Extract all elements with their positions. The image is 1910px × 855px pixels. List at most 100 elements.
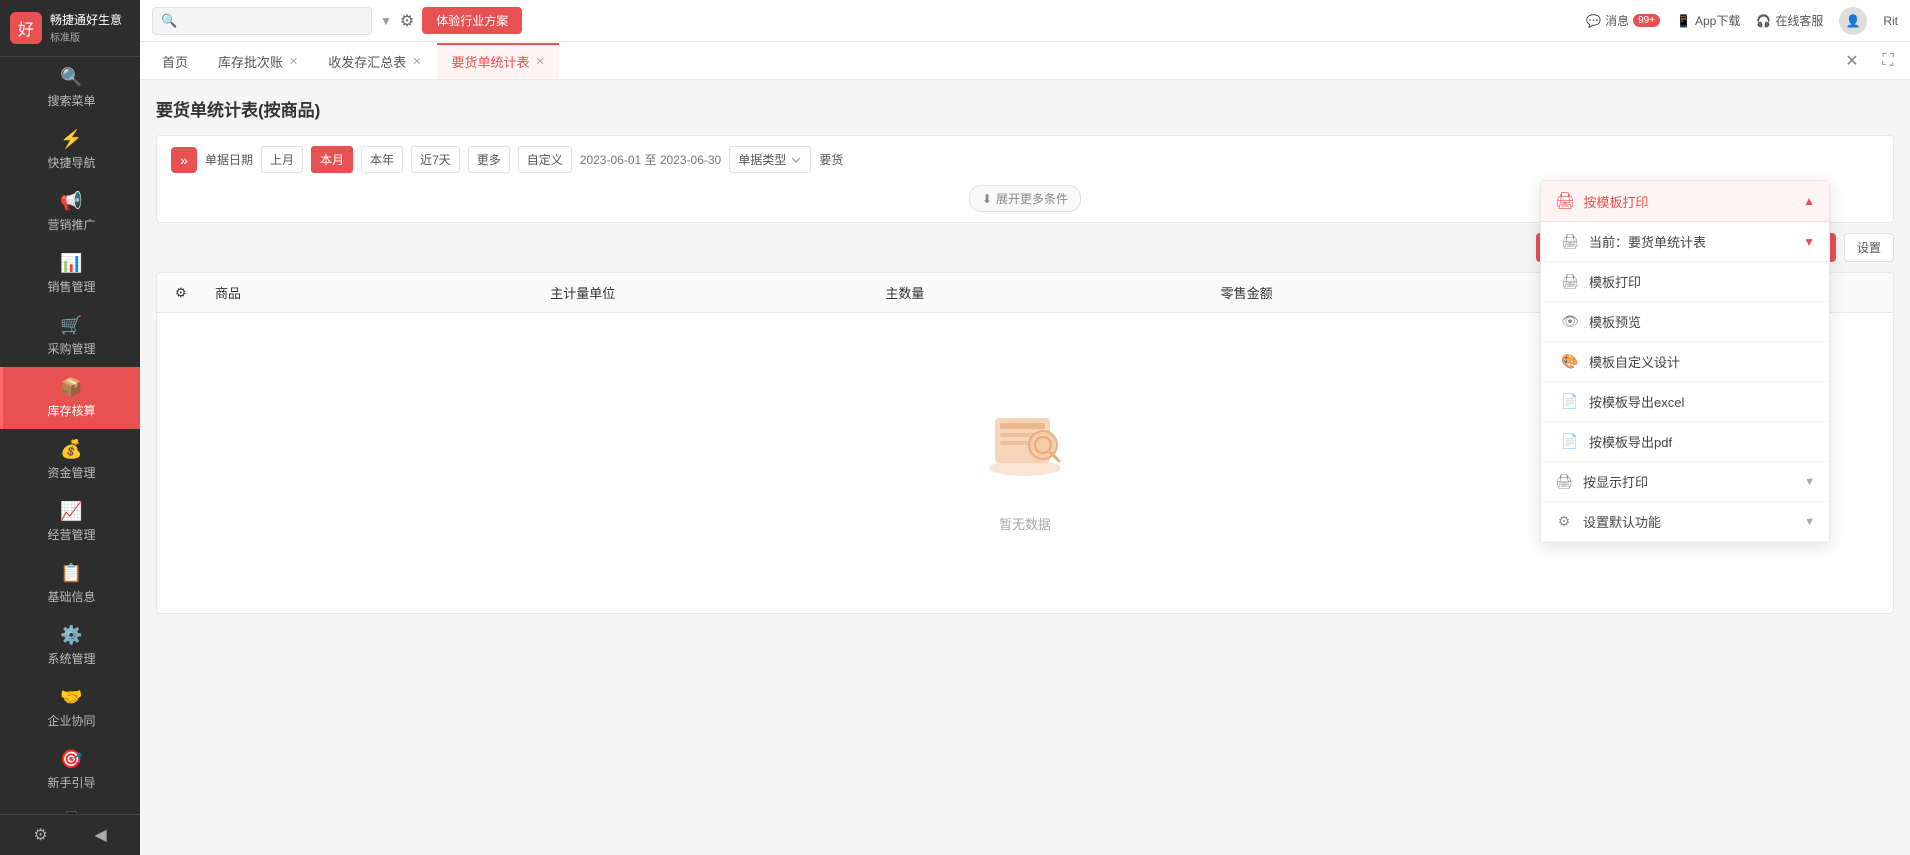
current-template-chevron: ▼ xyxy=(1803,235,1815,249)
sidebar-item-search[interactable]: 🔍 搜索菜单 xyxy=(0,57,140,119)
user-name: Rit xyxy=(1883,14,1898,28)
topbar-search-box[interactable]: 🔍 xyxy=(152,7,372,35)
display-print-label: 按显示打印 xyxy=(1583,472,1648,491)
print-dropdown-popup: 🖨 按模板打印 ▲ 🖨 当前：要货单统计表 ▼ 🖨 模板打印 👁 模板预览 🎨 xyxy=(1540,180,1830,543)
col-product: 商品 xyxy=(207,283,542,302)
user-avatar[interactable]: 👤 xyxy=(1839,7,1867,35)
filter-expand-button[interactable]: » xyxy=(171,147,197,173)
sidebar-item-label: 库存核算 xyxy=(47,402,95,419)
app-download-icon: 📱 xyxy=(1676,14,1691,28)
sidebar-item-inventory[interactable]: 📦 库存核算 xyxy=(0,367,140,429)
expand-more-button[interactable]: ⬇ 展开更多条件 xyxy=(969,185,1081,212)
type-filter-select[interactable]: 单据类型 xyxy=(729,146,811,173)
tab-receipt-summary-label: 收发存汇总表 xyxy=(328,52,406,71)
tab-order-stats-close[interactable]: ✕ xyxy=(536,55,545,68)
dropdown-display-print[interactable]: 🖨 按显示打印 ▼ xyxy=(1541,462,1829,502)
tab-close-all-icon[interactable]: ✕ xyxy=(1838,47,1866,75)
sidebar-item-collab[interactable]: 🤝 企业协同 xyxy=(0,677,140,739)
message-icon: 💬 xyxy=(1586,14,1601,28)
main-area: 🔍 ▼ ⚙ 体验行业方案 💬 消息 99+ 📱 App下载 🎧 在线客服 👤 R xyxy=(140,0,1910,855)
print-header-icon: 🖨 xyxy=(1555,191,1575,211)
sidebar-bottom: ⚙ ◀ xyxy=(0,814,140,855)
sidebar-item-sales[interactable]: 📊 销售管理 xyxy=(0,243,140,305)
trial-button[interactable]: 体验行业方案 xyxy=(422,7,522,34)
default-fn-icon: ⚙ xyxy=(1555,513,1573,530)
sidebar-item-label: 新手引导 xyxy=(47,774,95,791)
tab-receipt-summary[interactable]: 收发存汇总表 ✕ xyxy=(314,43,435,79)
topbar-gear-icon[interactable]: ⚙ xyxy=(400,11,414,31)
tab-inventory-batch-close[interactable]: ✕ xyxy=(289,55,298,68)
sidebar-logo: 好 畅捷通好生意 标准版 xyxy=(0,0,140,57)
template-pdf-icon: 📄 xyxy=(1561,433,1579,450)
col-unit: 主计量单位 xyxy=(542,283,877,302)
search-input[interactable] xyxy=(181,14,363,28)
dropdown-header-chevron: ▲ xyxy=(1803,194,1815,208)
default-fn-chevron: ▼ xyxy=(1804,516,1815,528)
finance-icon: 💰 xyxy=(60,439,82,460)
type-filter-label: 单据类型 xyxy=(738,151,786,168)
topbar-chevron-icon[interactable]: ▼ xyxy=(380,14,392,28)
template-design-icon: 🎨 xyxy=(1561,353,1579,370)
sidebar-item-label: 系统管理 xyxy=(47,650,95,667)
date-btn-more[interactable]: 更多 xyxy=(468,146,510,173)
logo-icon: 好 xyxy=(10,12,42,44)
template-pdf-label: 按模板导出pdf xyxy=(1589,432,1672,451)
date-btn-prev-month[interactable]: 上月 xyxy=(261,146,303,173)
sidebar-item-purchase[interactable]: 🛒 采购管理 xyxy=(0,305,140,367)
empty-illustration xyxy=(975,393,1075,502)
app-download-label: App下载 xyxy=(1695,12,1740,29)
tab-inventory-batch[interactable]: 库存批次账 ✕ xyxy=(204,43,312,79)
sidebar-item-finance[interactable]: 💰 资金管理 xyxy=(0,429,140,491)
tab-inventory-batch-label: 库存批次账 xyxy=(218,52,283,71)
dropdown-template-pdf[interactable]: 📄 按模板导出pdf xyxy=(1541,422,1829,462)
default-fn-left: ⚙ 设置默认功能 xyxy=(1555,512,1661,531)
date-btn-custom[interactable]: 自定义 xyxy=(518,146,572,173)
tab-order-stats[interactable]: 要货单统计表 ✕ xyxy=(437,43,558,79)
dropdown-default-fn[interactable]: ⚙ 设置默认功能 ▼ xyxy=(1541,502,1829,542)
tab-expand-icon[interactable]: ⛶ xyxy=(1874,47,1902,75)
basic-icon: 📋 xyxy=(60,563,82,584)
settings-button[interactable]: 设置 xyxy=(1844,233,1894,262)
sales-icon: 📊 xyxy=(60,253,82,274)
sidebar-item-label: 快捷导航 xyxy=(47,154,95,171)
date-btn-this-year[interactable]: 本年 xyxy=(361,146,403,173)
sidebar-item-newbie[interactable]: 🎯 新手引导 xyxy=(0,739,140,801)
tab-receipt-summary-close[interactable]: ✕ xyxy=(412,55,421,68)
expand-more-label: 展开更多条件 xyxy=(996,190,1068,207)
topbar-app-download[interactable]: 📱 App下载 xyxy=(1676,12,1740,29)
sidebar-item-label: 营销推广 xyxy=(47,216,95,233)
topbar-messages[interactable]: 💬 消息 99+ xyxy=(1586,12,1660,29)
sidebar-item-operation[interactable]: 📈 经营管理 xyxy=(0,491,140,553)
dropdown-template-design[interactable]: 🎨 模板自定义设计 xyxy=(1541,342,1829,382)
date-btn-7days[interactable]: 近7天 xyxy=(411,146,460,173)
tabs-right-actions: ✕ ⛶ xyxy=(1838,47,1902,75)
tab-home-label: 首页 xyxy=(162,52,188,71)
date-btn-this-month[interactable]: 本月 xyxy=(311,146,353,173)
sidebar-item-quicknav[interactable]: ⚡ 快捷导航 xyxy=(0,119,140,181)
headset-icon: 🎧 xyxy=(1756,14,1771,28)
sidebar-item-system[interactable]: ⚙️ 系统管理 xyxy=(0,615,140,677)
dropdown-template-preview[interactable]: 👁 模板预览 xyxy=(1541,302,1829,342)
display-print-left: 🖨 按显示打印 xyxy=(1555,472,1648,491)
dropdown-template-print[interactable]: 🖨 模板打印 xyxy=(1541,262,1829,302)
sidebar-item-appstore[interactable]: 📱 应用中心 xyxy=(0,801,140,814)
display-print-icon: 🖨 xyxy=(1555,473,1573,490)
settings-btn[interactable]: ⚙ xyxy=(33,825,47,845)
tab-order-stats-label: 要货单统计表 xyxy=(451,52,529,71)
sidebar-item-basic[interactable]: 📋 基础信息 xyxy=(0,553,140,615)
sidebar: 好 畅捷通好生意 标准版 🔍 搜索菜单 ⚡ 快捷导航 📢 营销推广 📊 销售管理… xyxy=(0,0,140,855)
sidebar-item-label: 资金管理 xyxy=(47,464,95,481)
col-quantity: 主数量 xyxy=(877,283,1212,302)
empty-text: 暂无数据 xyxy=(999,514,1051,533)
dropdown-header[interactable]: 🖨 按模板打印 ▲ xyxy=(1541,181,1829,222)
collapse-btn[interactable]: ◀ xyxy=(94,825,106,845)
tab-home[interactable]: 首页 xyxy=(148,43,202,79)
topbar-online-service[interactable]: 🎧 在线客服 xyxy=(1756,12,1823,29)
search-icon: 🔍 xyxy=(161,13,177,29)
online-service-label: 在线客服 xyxy=(1775,12,1823,29)
sidebar-item-label: 采购管理 xyxy=(47,340,95,357)
dropdown-current-template[interactable]: 🖨 当前：要货单统计表 ▼ xyxy=(1541,222,1829,262)
sidebar-item-marketing[interactable]: 📢 营销推广 xyxy=(0,181,140,243)
template-excel-label: 按模板导出excel xyxy=(1589,392,1684,411)
dropdown-template-excel[interactable]: 📄 按模板导出excel xyxy=(1541,382,1829,422)
